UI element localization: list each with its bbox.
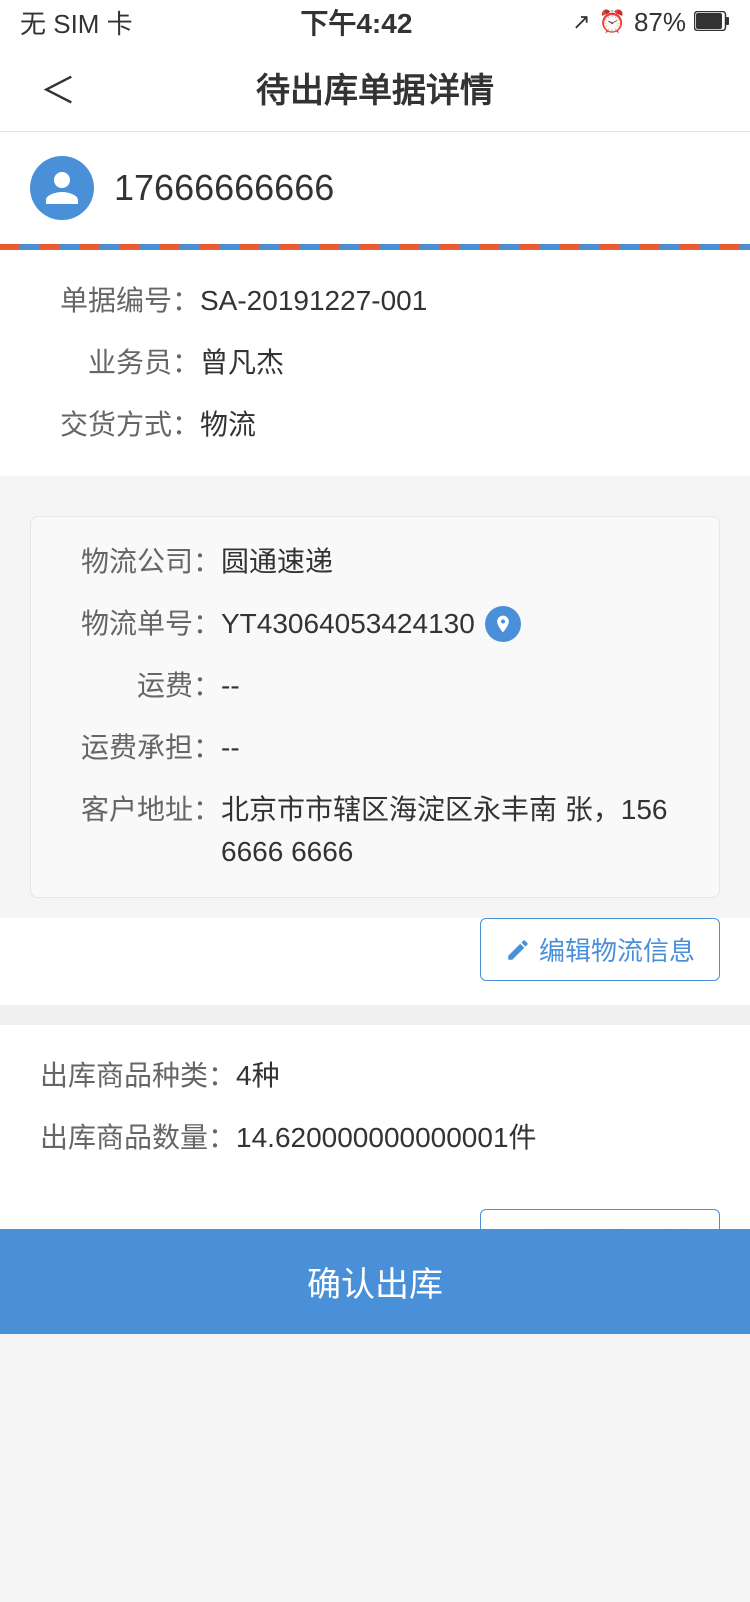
logistics-address-value: 北京市市辖区海淀区永丰南 张，156 6666 6666 — [221, 789, 689, 873]
edit-logistics-button[interactable]: 编辑物流信息 — [480, 918, 720, 981]
product-type-row: 出库商品种类： 4种 — [40, 1055, 710, 1097]
logistics-freight-label: 运费： — [61, 665, 221, 707]
page-title: 待出库单据详情 — [256, 63, 494, 112]
sales-person-row: 业务员： 曾凡杰 — [40, 342, 710, 384]
logistics-address-label: 客户地址： — [61, 789, 221, 831]
edit-icon — [505, 937, 531, 963]
section-divider-1 — [0, 1005, 750, 1025]
logistics-company-value: 圆通速递 — [221, 541, 689, 583]
delivery-method-row: 交货方式： 物流 — [40, 404, 710, 446]
logistics-company-row: 物流公司： 圆通速递 — [61, 541, 689, 583]
logistics-freight-value: -- — [221, 665, 689, 707]
confirm-button[interactable]: 确认出库 — [0, 1229, 750, 1334]
logistics-freight-bear-value: -- — [221, 727, 689, 769]
product-quantity-label: 出库商品数量： — [40, 1117, 236, 1159]
phone-header: 17666666666 — [0, 132, 750, 244]
battery-text: 87% — [634, 7, 686, 38]
logistics-company-label: 物流公司： — [61, 541, 221, 583]
status-left: 无 SIM 卡 — [20, 4, 141, 41]
battery-icon — [694, 7, 730, 38]
status-right: ↗ ⏰ 87% — [572, 7, 730, 38]
logistics-freight-bear-label: 运费承担： — [61, 727, 221, 769]
order-info-section: 单据编号： SA-20191227-001 业务员： 曾凡杰 交货方式： 物流 — [0, 250, 750, 476]
logistics-tracking-value: YT43064053424130 — [221, 603, 689, 645]
tracking-location-icon[interactable] — [485, 606, 521, 642]
location-status-icon: ↗ — [572, 9, 590, 35]
logistics-tracking-row: 物流单号： YT43064053424130 — [61, 603, 689, 645]
logistics-tracking-label: 物流单号： — [61, 603, 221, 645]
phone-number: 17666666666 — [114, 167, 334, 209]
document-number-row: 单据编号： SA-20191227-001 — [40, 280, 710, 322]
logistics-address-row: 客户地址： 北京市市辖区海淀区永丰南 张，156 6666 6666 — [61, 789, 689, 873]
product-quantity-value: 14.620000000000001件 — [236, 1117, 710, 1159]
nav-bar: ＜ 待出库单据详情 — [0, 44, 750, 132]
delivery-method-value: 物流 — [200, 404, 710, 446]
document-number-label: 单据编号： — [40, 280, 200, 322]
sales-person-label: 业务员： — [40, 342, 200, 384]
document-number-value: SA-20191227-001 — [200, 280, 710, 322]
logistics-freight-bear-row: 运费承担： -- — [61, 727, 689, 769]
edit-btn-container: 编辑物流信息 — [0, 918, 750, 1005]
logistics-freight-row: 运费： -- — [61, 665, 689, 707]
alarm-icon: ⏰ — [599, 9, 626, 35]
status-bar: 无 SIM 卡 下午4:42 ↗ ⏰ 87% — [0, 0, 750, 44]
back-button[interactable]: ＜ — [30, 52, 86, 124]
logistics-card: 物流公司： 圆通速递 物流单号： YT43064053424130 运费： --… — [30, 516, 720, 898]
product-quantity-row: 出库商品数量： 14.620000000000001件 — [40, 1117, 710, 1159]
product-type-value: 4种 — [236, 1055, 710, 1097]
sales-person-value: 曾凡杰 — [200, 342, 710, 384]
carrier-text: 无 SIM 卡 — [20, 4, 133, 41]
time-text: 下午4:42 — [300, 2, 412, 42]
product-type-label: 出库商品种类： — [40, 1055, 236, 1097]
delivery-method-label: 交货方式： — [40, 404, 200, 446]
avatar — [30, 156, 94, 220]
product-section: 出库商品种类： 4种 出库商品数量： 14.620000000000001件 — [0, 1025, 750, 1189]
